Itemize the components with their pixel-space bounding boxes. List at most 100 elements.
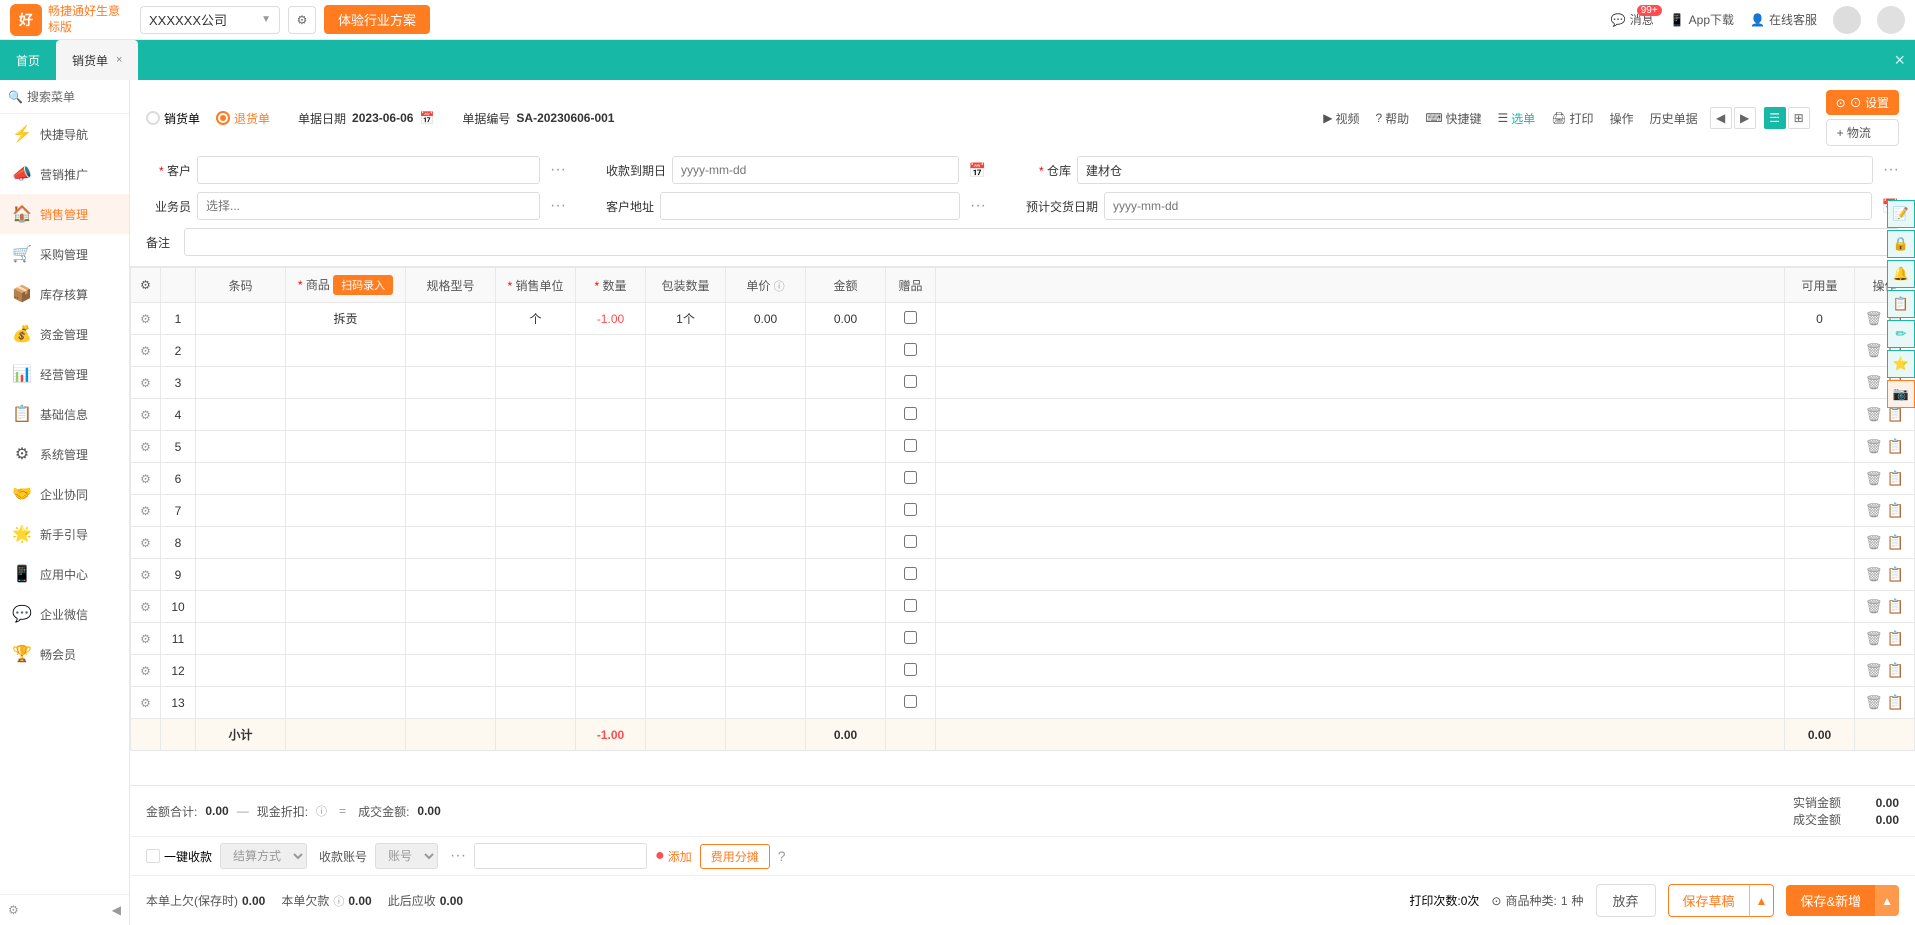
cell-remark-6[interactable] <box>936 495 1785 527</box>
cell-pkgqty-3[interactable] <box>646 399 726 431</box>
delete-icon-11[interactable]: 🗑 <box>1865 662 1883 679</box>
cell-product-0[interactable]: 拆贡 <box>286 303 406 335</box>
copy-icon-6[interactable]: 📋 <box>1887 502 1904 519</box>
cell-settings-7[interactable]: ⚙ <box>131 527 161 559</box>
cell-settings-11[interactable]: ⚙ <box>131 655 161 687</box>
cell-gift-12[interactable] <box>886 687 936 719</box>
account-select[interactable]: 账号 <box>375 843 438 869</box>
float-btn-3[interactable]: 🔔 <box>1887 260 1915 288</box>
cell-product-10[interactable] <box>286 623 406 655</box>
cell-barcode-6[interactable] <box>196 495 286 527</box>
cell-unit-5[interactable] <box>496 463 576 495</box>
cell-pkgqty-10[interactable] <box>646 623 726 655</box>
expense-help-icon[interactable]: ? <box>778 848 786 864</box>
float-btn-4[interactable]: 📋 <box>1887 290 1915 318</box>
cell-unit-9[interactable] <box>496 591 576 623</box>
delete-icon-3[interactable]: 🗑 <box>1865 406 1883 423</box>
sidebar-item-sales[interactable]: 🏠 销售管理 <box>0 194 129 234</box>
delete-icon-7[interactable]: 🗑 <box>1865 534 1883 551</box>
sidebar-item-member[interactable]: 🏆 畅会员 <box>0 634 129 674</box>
save-draft-button[interactable]: 保存草稿 <box>1668 884 1749 917</box>
cell-remark-11[interactable] <box>936 655 1785 687</box>
cell-gift-0[interactable] <box>886 303 936 335</box>
copy-icon-8[interactable]: 📋 <box>1887 566 1904 583</box>
calendar-icon[interactable]: 📅 <box>419 111 434 125</box>
cell-settings-5[interactable]: ⚙ <box>131 463 161 495</box>
sidebar-item-basic[interactable]: 📋 基础信息 <box>0 394 129 434</box>
delete-icon-12[interactable]: 🗑 <box>1865 694 1883 711</box>
delete-icon-1[interactable]: 🗑 <box>1865 342 1883 359</box>
cell-product-1[interactable] <box>286 335 406 367</box>
message-button[interactable]: 💬 消息 99+ <box>1611 11 1654 28</box>
sidebar-item-system[interactable]: ⚙ 系统管理 <box>0 434 129 474</box>
cell-unit-12[interactable] <box>496 687 576 719</box>
cell-amount-11[interactable] <box>806 655 886 687</box>
cell-unit-7[interactable] <box>496 527 576 559</box>
salesperson-input[interactable] <box>197 192 540 220</box>
cell-gift-4[interactable] <box>886 431 936 463</box>
cell-gift-6[interactable] <box>886 495 936 527</box>
sidebar-item-purchase[interactable]: 🛒 采购管理 <box>0 234 129 274</box>
cell-qty-0[interactable]: -1.00 <box>576 303 646 335</box>
cell-price-8[interactable] <box>726 559 806 591</box>
scan-button[interactable]: 扫码录入 <box>333 275 393 295</box>
sidebar-item-app-center[interactable]: 📱 应用中心 <box>0 554 129 594</box>
expense-split-button[interactable]: 费用分摊 <box>700 844 770 869</box>
product-type-radio[interactable]: ⊙ <box>1491 894 1501 908</box>
sidebar-item-enterprise[interactable]: 🤝 企业协同 <box>0 474 129 514</box>
copy-icon-4[interactable]: 📋 <box>1887 438 1904 455</box>
account-dots[interactable]: ··· <box>450 848 466 864</box>
receive-date-input[interactable] <box>672 156 959 184</box>
cell-barcode-2[interactable] <box>196 367 286 399</box>
tab-sale-order[interactable]: 销货单 × <box>56 40 138 80</box>
next-arrow[interactable]: ▶ <box>1734 107 1756 129</box>
customer-input[interactable] <box>197 156 540 184</box>
cell-unit-8[interactable] <box>496 559 576 591</box>
cell-settings-2[interactable]: ⚙ <box>131 367 161 399</box>
cell-settings-10[interactable]: ⚙ <box>131 623 161 655</box>
cell-settings-3[interactable]: ⚙ <box>131 399 161 431</box>
sidebar-item-guide[interactable]: 🌟 新手引导 <box>0 514 129 554</box>
sidebar-item-wechat[interactable]: 💬 企业微信 <box>0 594 129 634</box>
cell-amount-6[interactable] <box>806 495 886 527</box>
delete-icon-2[interactable]: 🗑 <box>1865 374 1883 391</box>
shortcut-btn[interactable]: ⌨ 快捷键 <box>1421 108 1485 129</box>
warehouse-input[interactable] <box>1077 156 1873 184</box>
cell-gift-1[interactable] <box>886 335 936 367</box>
cell-price-7[interactable] <box>726 527 806 559</box>
one-click-pay-checkbox[interactable]: 一键收款 <box>146 848 212 865</box>
cell-settings-9[interactable]: ⚙ <box>131 591 161 623</box>
cell-price-5[interactable] <box>726 463 806 495</box>
cell-barcode-11[interactable] <box>196 655 286 687</box>
cell-qty-2[interactable] <box>576 367 646 399</box>
cell-qty-12[interactable] <box>576 687 646 719</box>
save-draft-chevron[interactable]: ▲ <box>1749 884 1775 917</box>
cell-remark-9[interactable] <box>936 591 1785 623</box>
cell-qty-6[interactable] <box>576 495 646 527</box>
cell-pkgqty-12[interactable] <box>646 687 726 719</box>
cell-pkgqty-6[interactable] <box>646 495 726 527</box>
list-view-btn[interactable]: ☰ <box>1764 107 1786 129</box>
sidebar-item-marketing[interactable]: 📣 营销推广 <box>0 154 129 194</box>
cell-amount-3[interactable] <box>806 399 886 431</box>
cell-unit-3[interactable] <box>496 399 576 431</box>
cell-barcode-0[interactable] <box>196 303 286 335</box>
cell-product-5[interactable] <box>286 463 406 495</box>
cell-remark-7[interactable] <box>936 527 1785 559</box>
radio-sale-order[interactable]: 销货单 <box>146 110 200 127</box>
settings-panel-button[interactable]: ⊙ ⊙ 设置 <box>1826 90 1899 115</box>
cell-remark-12[interactable] <box>936 687 1785 719</box>
cell-amount-7[interactable] <box>806 527 886 559</box>
company-selector[interactable]: XXXXXX公司 ▼ <box>140 6 280 34</box>
save-new-chevron[interactable]: ▲ <box>1875 885 1899 916</box>
cell-amount-2[interactable] <box>806 367 886 399</box>
cell-product-8[interactable] <box>286 559 406 591</box>
delete-icon-5[interactable]: 🗑 <box>1865 470 1883 487</box>
cell-pkgqty-2[interactable] <box>646 367 726 399</box>
delete-icon-0[interactable]: 🗑 <box>1865 310 1883 327</box>
cell-qty-5[interactable] <box>576 463 646 495</box>
copy-icon-12[interactable]: 📋 <box>1887 694 1904 711</box>
cell-pkgqty-9[interactable] <box>646 591 726 623</box>
order-lack-info[interactable]: ⓘ <box>333 893 344 909</box>
cell-pkgqty-1[interactable] <box>646 335 726 367</box>
